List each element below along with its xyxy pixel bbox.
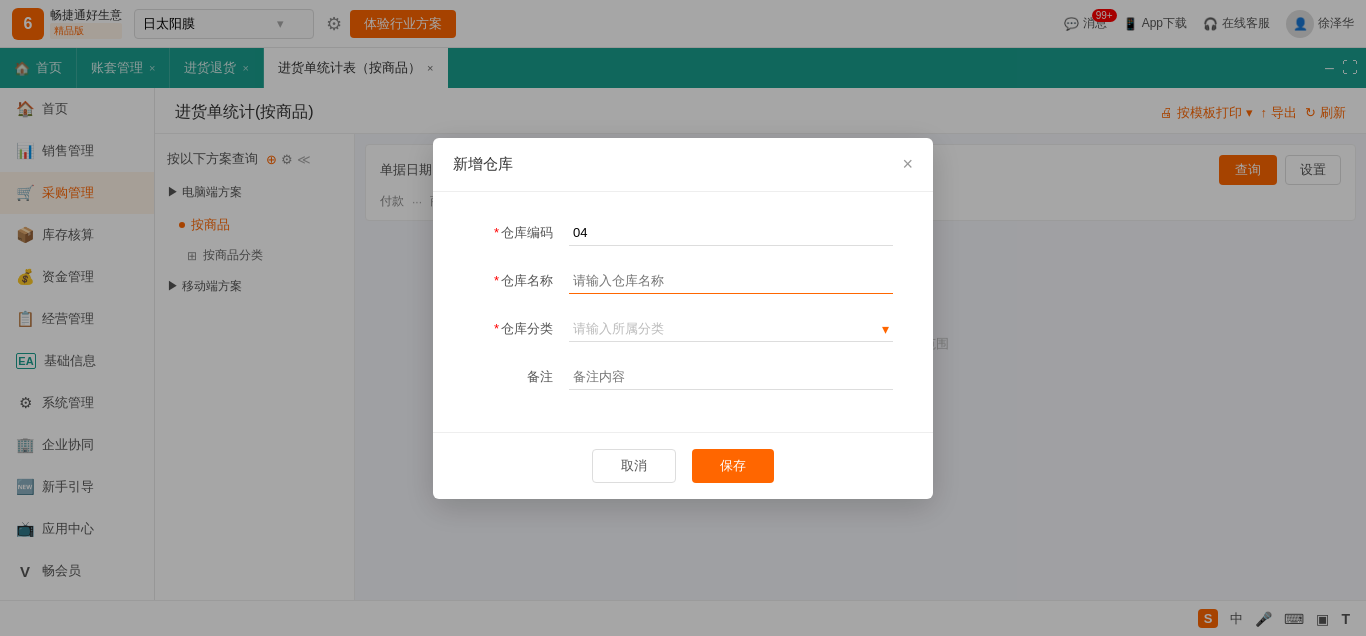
cancel-button[interactable]: 取消 — [592, 449, 676, 483]
modal-title: 新增仓库 — [453, 155, 513, 174]
required-star-code: * — [494, 225, 499, 240]
modal-footer: 取消 保存 — [433, 432, 933, 499]
warehouse-code-input[interactable] — [569, 220, 893, 246]
form-label-name: *仓库名称 — [473, 272, 553, 290]
remark-input[interactable] — [569, 364, 893, 390]
modal-overlay[interactable]: 新增仓库 × *仓库编码 *仓库名称 *仓库分类 — [0, 0, 1366, 636]
required-star-category: * — [494, 321, 499, 336]
form-label-category: *仓库分类 — [473, 320, 553, 338]
form-label-remark: 备注 — [473, 368, 553, 386]
form-row-category: *仓库分类 请输入所属分类 ▾ — [473, 316, 893, 342]
modal-dialog: 新增仓库 × *仓库编码 *仓库名称 *仓库分类 — [433, 138, 933, 499]
warehouse-name-input[interactable] — [569, 268, 893, 294]
warehouse-category-wrapper: 请输入所属分类 ▾ — [569, 316, 893, 342]
save-button[interactable]: 保存 — [692, 449, 774, 483]
form-label-code: *仓库编码 — [473, 224, 553, 242]
form-row-remark: 备注 — [473, 364, 893, 390]
form-row-name: *仓库名称 — [473, 268, 893, 294]
warehouse-category-select[interactable]: 请输入所属分类 — [569, 316, 893, 342]
required-star-name: * — [494, 273, 499, 288]
form-row-code: *仓库编码 — [473, 220, 893, 246]
modal-close-button[interactable]: × — [902, 154, 913, 175]
modal-body: *仓库编码 *仓库名称 *仓库分类 请输入所属分类 — [433, 192, 933, 432]
modal-header: 新增仓库 × — [433, 138, 933, 192]
